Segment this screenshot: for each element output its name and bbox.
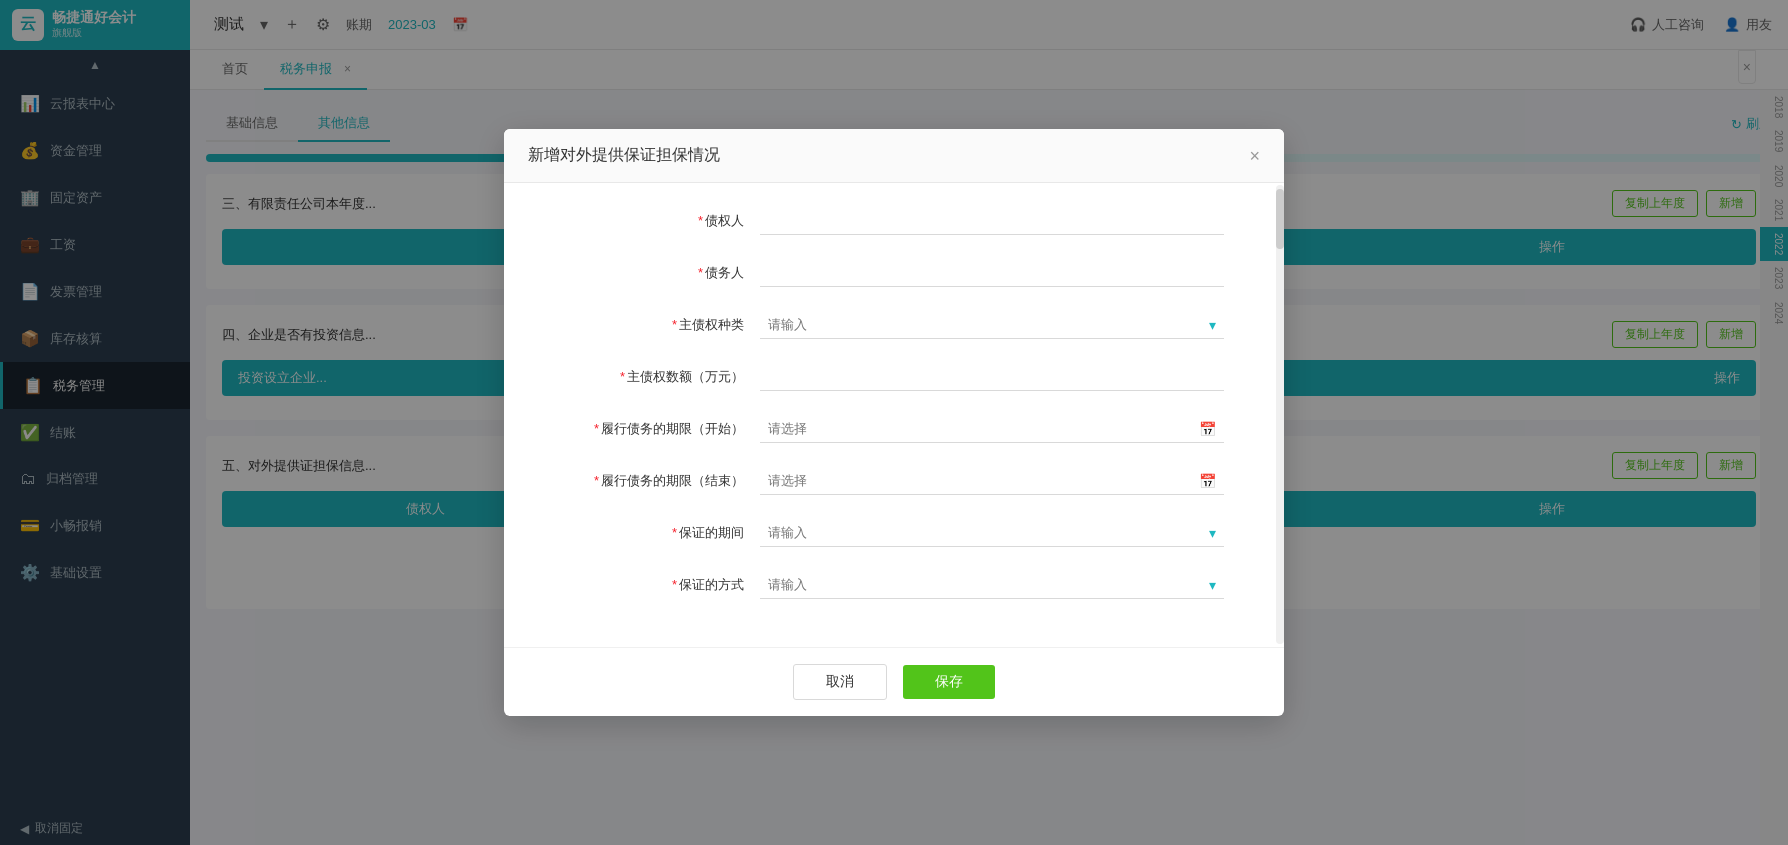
- debtor-input[interactable]: [760, 259, 1224, 287]
- modal-scrollbar-track: [1276, 185, 1284, 644]
- period-start-label: *履行债务的期限（开始）: [564, 420, 744, 438]
- guarantee-period-select-wrapper: ▾: [760, 519, 1224, 547]
- save-button[interactable]: 保存: [903, 665, 995, 699]
- chevron-down-icon-guarantee-method: ▾: [1209, 577, 1216, 593]
- debt-type-select-wrapper: ▾: [760, 311, 1224, 339]
- cancel-button[interactable]: 取消: [793, 664, 887, 700]
- debt-type-select[interactable]: [760, 311, 1224, 338]
- debtor-label: *债务人: [564, 264, 744, 282]
- chevron-down-icon-guarantee-period: ▾: [1209, 525, 1216, 541]
- form-row-debtor: *债务人: [564, 259, 1224, 287]
- calendar-icon-end[interactable]: 📅: [1199, 473, 1216, 489]
- guarantee-method-select-wrapper: ▾: [760, 571, 1224, 599]
- form-row-guarantee-method: *保证的方式 ▾: [564, 571, 1224, 599]
- debt-amount-label: *主债权数额（万元）: [564, 368, 744, 386]
- required-mark6: *: [594, 473, 599, 488]
- period-end-input[interactable]: [760, 467, 1224, 494]
- required-mark4: *: [620, 369, 625, 384]
- period-start-input[interactable]: [760, 415, 1224, 442]
- required-mark7: *: [672, 525, 677, 540]
- chevron-down-icon-debt-type: ▾: [1209, 317, 1216, 333]
- guarantee-method-select[interactable]: [760, 571, 1224, 598]
- required-mark3: *: [672, 317, 677, 332]
- creditor-input[interactable]: [760, 207, 1224, 235]
- required-mark8: *: [672, 577, 677, 592]
- modal-header: 新增对外提供保证担保情况 ×: [504, 129, 1284, 183]
- period-end-label: *履行债务的期限（结束）: [564, 472, 744, 490]
- required-mark: *: [698, 213, 703, 228]
- form-row-creditor: *债权人: [564, 207, 1224, 235]
- form-row-debt-type: *主债权种类 ▾: [564, 311, 1224, 339]
- guarantee-period-select[interactable]: [760, 519, 1224, 546]
- form-row-period-end: *履行债务的期限（结束） 📅: [564, 467, 1224, 495]
- modal-footer: 取消 保存: [504, 647, 1284, 716]
- debt-type-label: *主债权种类: [564, 316, 744, 334]
- creditor-label: *债权人: [564, 212, 744, 230]
- form-row-period-start: *履行债务的期限（开始） 📅: [564, 415, 1224, 443]
- required-mark5: *: [594, 421, 599, 436]
- modal-dialog: 新增对外提供保证担保情况 × *债权人 *债务人 *主债权种类: [504, 129, 1284, 716]
- form-row-debt-amount: *主债权数额（万元）: [564, 363, 1224, 391]
- modal-scrollbar-thumb[interactable]: [1276, 189, 1284, 249]
- calendar-icon-start[interactable]: 📅: [1199, 421, 1216, 437]
- guarantee-period-label: *保证的期间: [564, 524, 744, 542]
- modal-overlay: 新增对外提供保证担保情况 × *债权人 *债务人 *主债权种类: [0, 0, 1788, 845]
- form-row-guarantee-period: *保证的期间 ▾: [564, 519, 1224, 547]
- period-start-date-wrapper: 📅: [760, 415, 1224, 443]
- modal-body: *债权人 *债务人 *主债权种类 ▾: [504, 183, 1284, 647]
- guarantee-method-label: *保证的方式: [564, 576, 744, 594]
- modal-title: 新增对外提供保证担保情况: [528, 145, 720, 166]
- modal-close-button[interactable]: ×: [1249, 147, 1260, 165]
- period-end-date-wrapper: 📅: [760, 467, 1224, 495]
- required-mark2: *: [698, 265, 703, 280]
- debt-amount-input[interactable]: [760, 363, 1224, 391]
